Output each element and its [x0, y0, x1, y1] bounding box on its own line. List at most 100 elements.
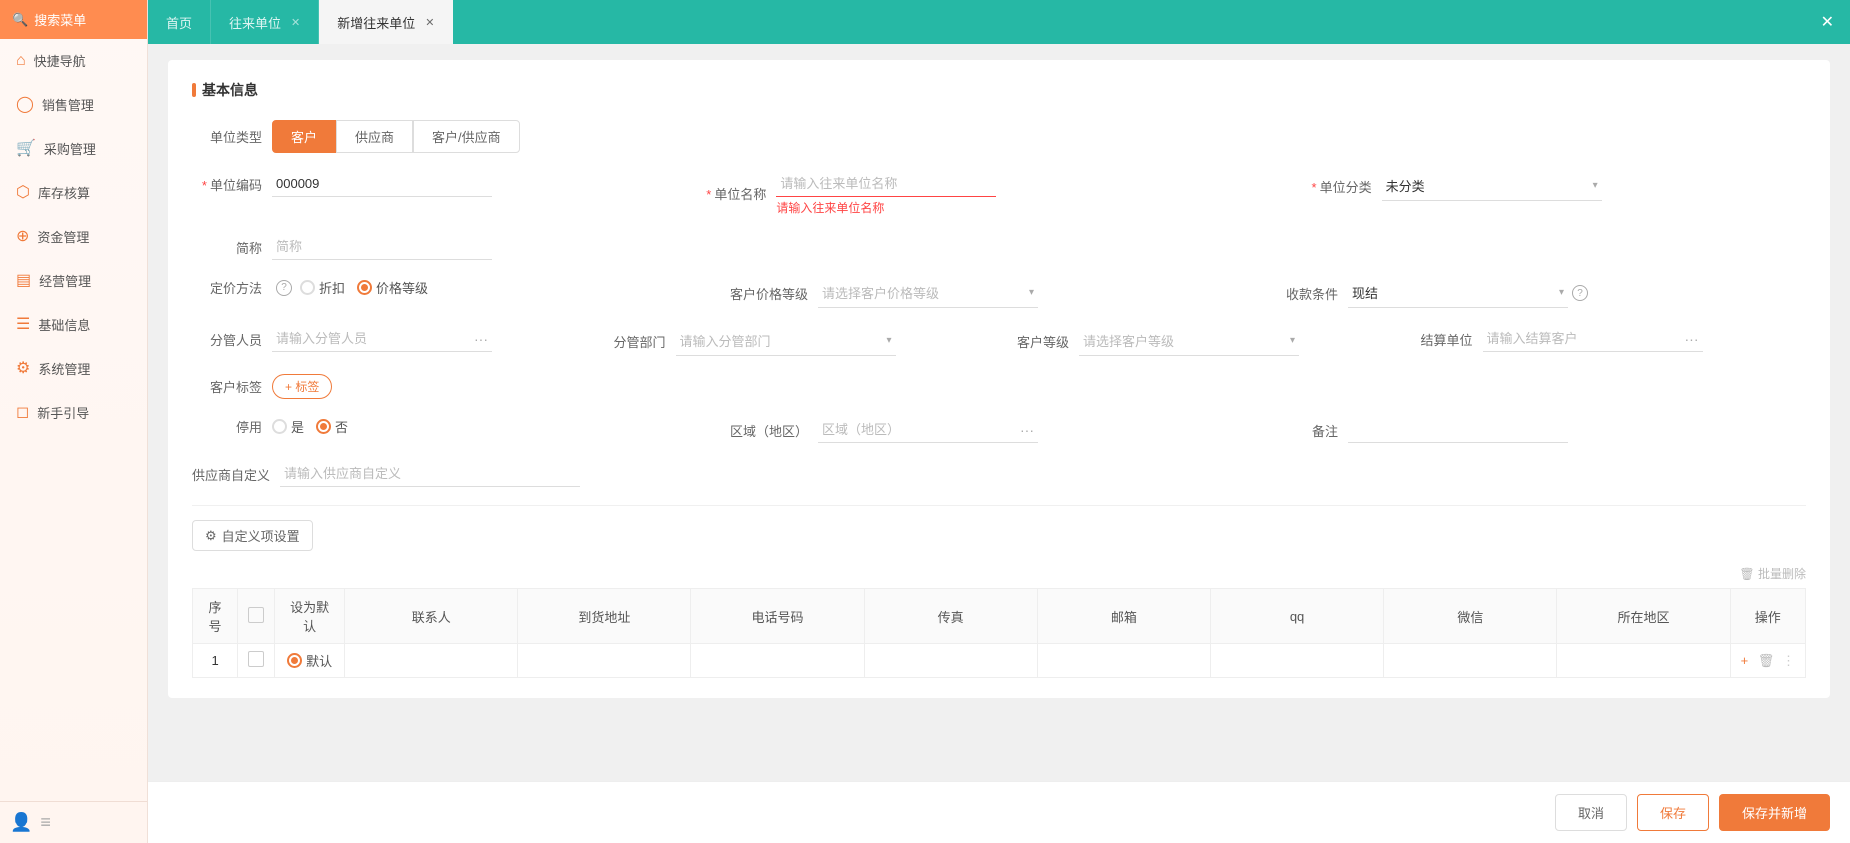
contacts-table-body: 1 默认	[193, 644, 1806, 678]
system-icon: ⚙	[16, 358, 30, 378]
supplier-btn[interactable]: 供应商	[336, 120, 413, 153]
search-icon: 🔍	[12, 12, 28, 28]
unit-category-select[interactable]: 未分类 ▾	[1382, 171, 1602, 201]
tab-new-unit[interactable]: 新增往来单位 ✕	[319, 0, 453, 44]
qq-input[interactable]	[1221, 653, 1373, 668]
sidebar-item-guide[interactable]: ◻ 新手引导	[0, 390, 147, 434]
cancel-button[interactable]: 取消	[1555, 794, 1627, 831]
tags-label: 客户标签	[192, 377, 272, 396]
sidebar-item-basic-info[interactable]: ☰ 基础信息	[0, 302, 147, 346]
custom-settings-button[interactable]: ⚙ 自定义项设置	[192, 520, 313, 551]
select-all-checkbox[interactable]	[248, 607, 264, 623]
manager-more-btn[interactable]: ···	[470, 329, 492, 349]
short-name-label: 简称	[192, 238, 272, 257]
unit-name-input[interactable]	[776, 171, 996, 197]
guide-icon: ◻	[16, 402, 29, 422]
supplier-custom-input[interactable]	[280, 461, 580, 487]
manager-input[interactable]	[272, 326, 470, 351]
tab-units[interactable]: 往来单位 ✕	[211, 0, 319, 44]
remark-label: 备注	[1268, 421, 1348, 440]
row-wechat[interactable]	[1384, 644, 1557, 678]
wechat-input[interactable]	[1394, 653, 1546, 668]
both-btn[interactable]: 客户/供应商	[413, 120, 520, 153]
customer-price-level-select[interactable]: 请选择客户价格等级 ▾	[818, 278, 1038, 308]
unit-type-label: 单位类型	[192, 127, 272, 146]
pricing-level-radio[interactable]: 价格等级	[357, 278, 428, 297]
unit-name-input-wrapper: 请输入往来单位名称	[776, 171, 1301, 216]
add-tag-button[interactable]: + 标签	[272, 374, 332, 399]
row-phone[interactable]	[691, 644, 864, 678]
phone-input[interactable]	[701, 653, 853, 668]
table-row: 1 默认	[193, 644, 1806, 678]
row-region[interactable]	[1557, 644, 1730, 678]
row-checkbox[interactable]	[248, 651, 264, 667]
sidebar-item-quick-nav[interactable]: ⌂ 快捷导航	[0, 39, 147, 82]
contacts-table-header: 序号 设为默认 联系人 到货地址 电话号码 传真 邮箱 qq 微信 所在地区 操…	[193, 589, 1806, 644]
short-name-input[interactable]	[272, 234, 492, 260]
settlement-unit-more-btn[interactable]: ···	[1681, 329, 1703, 349]
sidebar-item-purchase[interactable]: 🛒 采购管理	[0, 126, 147, 170]
payment-help-icon[interactable]: ?	[1572, 285, 1588, 301]
settlement-unit-input[interactable]	[1483, 326, 1681, 351]
section-title-text: 基本信息	[202, 80, 258, 100]
basic-info-icon: ☰	[16, 314, 30, 334]
area-input[interactable]	[818, 417, 1016, 442]
customer-level-placeholder: 请选择客户等级	[1083, 331, 1286, 350]
close-units-tab[interactable]: ✕	[291, 16, 300, 29]
fax-input[interactable]	[875, 653, 1027, 668]
department-select[interactable]: 请输入分管部门 ▾	[676, 326, 896, 356]
customer-price-level-placeholder: 请选择客户价格等级	[822, 283, 1025, 302]
email-input[interactable]	[1048, 653, 1200, 668]
row-email[interactable]	[1037, 644, 1210, 678]
sidebar-item-sales[interactable]: ◯ 销售管理	[0, 82, 147, 126]
row-fax[interactable]	[864, 644, 1037, 678]
row-qq[interactable]	[1210, 644, 1383, 678]
purchase-icon: 🛒	[16, 138, 36, 158]
pricing-row: 定价方法 ? 折扣 价格等级 客户价格等级	[192, 278, 1806, 308]
unit-code-input[interactable]	[272, 171, 492, 197]
sidebar-item-finance[interactable]: ⊕ 资金管理	[0, 214, 147, 258]
sidebar-item-system[interactable]: ⚙ 系统管理	[0, 346, 147, 390]
batch-delete-icon: 🗑	[1739, 567, 1754, 581]
sidebar-item-operations[interactable]: ▤ 经营管理	[0, 258, 147, 302]
row-default-cell: 默认	[275, 644, 345, 678]
customer-level-chevron: ▾	[1290, 335, 1295, 346]
supplier-custom-row: 供应商自定义	[192, 461, 1806, 487]
add-row-btn[interactable]: +	[1741, 653, 1749, 668]
tab-home-label: 首页	[166, 13, 192, 32]
region-input[interactable]	[1567, 653, 1719, 668]
area-more-btn[interactable]: ···	[1016, 420, 1038, 440]
save-add-button[interactable]: 保存并新增	[1719, 794, 1830, 831]
address-input[interactable]	[528, 653, 680, 668]
search-menu[interactable]: 🔍 搜索菜单	[0, 0, 147, 39]
row-default-radio[interactable]: 默认	[285, 651, 334, 670]
area-label: 区域（地区）	[730, 421, 818, 440]
tab-home[interactable]: 首页	[148, 0, 211, 44]
close-new-unit-tab[interactable]: ✕	[425, 16, 434, 29]
row-address[interactable]	[518, 644, 691, 678]
customer-level-select[interactable]: 请选择客户等级 ▾	[1079, 326, 1299, 356]
disabled-field: 停用 是 否	[192, 417, 730, 436]
disabled-label: 停用	[192, 417, 272, 436]
payment-terms-select[interactable]: 现结 ▾	[1348, 278, 1568, 308]
row-contact[interactable]	[345, 644, 518, 678]
disabled-yes-radio[interactable]: 是	[272, 417, 304, 436]
customer-btn[interactable]: 客户	[272, 120, 336, 153]
col-address: 到货地址	[518, 589, 691, 644]
batch-delete-btn[interactable]: 🗑 批量删除	[192, 565, 1806, 582]
col-email: 邮箱	[1037, 589, 1210, 644]
pricing-discount-radio[interactable]: 折扣	[300, 278, 345, 297]
disabled-area-row: 停用 是 否 区域（地区）	[192, 417, 1806, 443]
payment-terms-field: 收款条件 现结 ▾ ?	[1268, 278, 1806, 308]
settlement-unit-input-wrapper: ···	[1483, 326, 1703, 352]
disabled-no-radio[interactable]: 否	[316, 417, 348, 436]
pricing-help-icon[interactable]: ?	[276, 280, 292, 296]
window-close-button[interactable]: ✕	[1805, 12, 1850, 32]
discount-label: 折扣	[319, 278, 345, 297]
contact-input[interactable]	[355, 653, 507, 668]
remark-input[interactable]	[1348, 417, 1568, 443]
delete-row-btn[interactable]: 🗑	[1758, 653, 1775, 668]
sidebar-item-inventory[interactable]: ⬡ 库存核算	[0, 170, 147, 214]
save-button[interactable]: 保存	[1637, 794, 1709, 831]
disabled-yes-circle	[272, 419, 287, 434]
